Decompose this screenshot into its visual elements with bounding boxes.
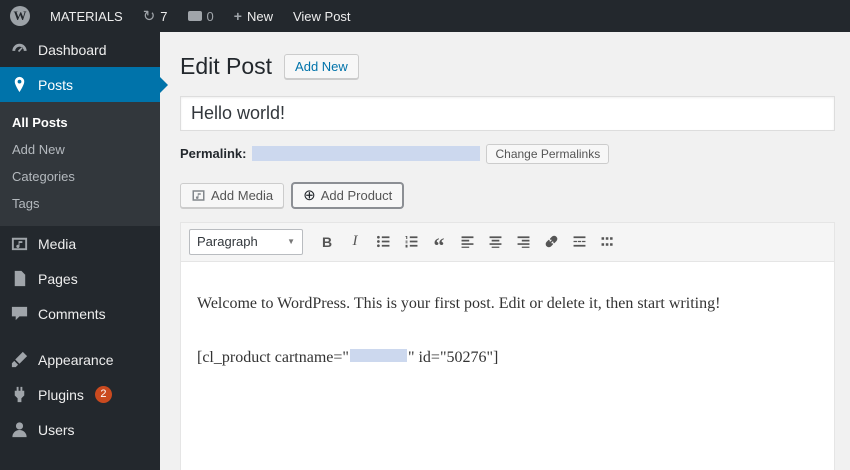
add-product-button[interactable]: ⊕ Add Product	[292, 182, 404, 208]
site-name-menu[interactable]: MATERIALS	[40, 0, 133, 32]
admin-sidebar: Dashboard Posts All Posts Add New Catego…	[0, 32, 168, 470]
submenu-item-categories[interactable]: Categories	[0, 163, 160, 190]
pages-icon	[10, 269, 29, 288]
shortcode-suffix: " id="50276"]	[407, 348, 499, 366]
sidebar-item-label: Pages	[38, 270, 78, 287]
submenu-item-tags[interactable]: Tags	[0, 190, 160, 217]
wordpress-logo-menu[interactable]: W	[0, 0, 40, 32]
menu-separator	[0, 331, 160, 342]
plugins-update-badge: 2	[94, 386, 112, 403]
admin-bar: W MATERIALS ↻ 7 0 + New View Post	[0, 0, 850, 32]
add-product-label: Add Product	[320, 187, 393, 203]
align-left-button[interactable]	[454, 230, 480, 254]
bulleted-list-button[interactable]	[370, 230, 396, 254]
sidebar-item-label: Media	[38, 235, 77, 252]
sidebar-item-pages[interactable]: Pages	[0, 261, 160, 296]
comments-menu[interactable]: 0	[178, 0, 224, 32]
sidebar-item-label: Posts	[38, 76, 74, 93]
permalink-url-highlighted[interactable]	[252, 146, 481, 162]
sidebar-item-users[interactable]: Users	[0, 412, 160, 447]
dashboard-icon	[10, 40, 29, 59]
sidebar-item-label: Appearance	[38, 351, 114, 368]
posts-submenu: All Posts Add New Categories Tags	[0, 102, 160, 226]
add-media-button[interactable]: Add Media	[180, 182, 285, 208]
new-label: New	[246, 8, 273, 24]
shortcode-value-highlighted	[349, 348, 407, 362]
read-more-tag-button[interactable]	[566, 230, 592, 254]
italic-button[interactable]: I	[342, 230, 368, 254]
blockquote-button[interactable]: “	[426, 230, 452, 257]
editor-content-area[interactable]: Welcome to WordPress. This is your first…	[181, 262, 834, 470]
sidebar-item-posts[interactable]: Posts	[0, 67, 168, 102]
view-post-menu[interactable]: View Post	[283, 0, 361, 32]
sidebar-item-label: Plugins	[38, 386, 84, 403]
submenu-item-add-new[interactable]: Add New	[0, 136, 160, 163]
editor-toolbar: Paragraph ▼ B I “	[181, 222, 834, 262]
plugins-icon	[10, 385, 29, 404]
chevron-down-icon: ▼	[287, 237, 295, 247]
insert-link-button[interactable]	[538, 230, 564, 254]
change-permalinks-button[interactable]: Change Permalinks	[486, 143, 610, 164]
bold-button[interactable]: B	[314, 230, 340, 254]
updates-menu[interactable]: ↻ 7	[133, 0, 178, 32]
post-title-input[interactable]	[180, 95, 835, 131]
updates-count: 7	[160, 8, 168, 24]
numbered-list-button[interactable]	[398, 230, 424, 254]
view-post-label: View Post	[292, 8, 351, 24]
sidebar-item-media[interactable]: Media	[0, 226, 160, 261]
permalink-row: Permalink: Change Permalinks	[180, 143, 835, 165]
sidebar-item-comments[interactable]: Comments	[0, 296, 160, 331]
shortcode-prefix: [cl_product cartname="	[197, 348, 349, 366]
wordpress-logo-icon: W	[10, 6, 30, 26]
add-media-label: Add Media	[211, 187, 274, 203]
align-right-button[interactable]	[510, 230, 536, 254]
toolbar-toggle-button[interactable]	[594, 230, 620, 254]
comments-icon	[187, 11, 202, 21]
sidebar-item-label: Dashboard	[38, 41, 107, 58]
comments-count: 0	[206, 8, 214, 24]
posts-icon	[10, 75, 29, 94]
editor-paragraph: Welcome to WordPress. This is your first…	[197, 294, 721, 312]
page-header: Edit Post Add New	[180, 52, 835, 82]
add-media-icon	[191, 188, 206, 203]
appearance-icon	[10, 350, 29, 369]
sidebar-item-dashboard[interactable]: Dashboard	[0, 32, 160, 67]
add-new-button[interactable]: Add New	[284, 54, 359, 80]
circle-plus-icon: ⊕	[303, 186, 316, 204]
media-buttons-row: Add Media ⊕ Add Product	[180, 182, 835, 208]
sidebar-item-plugins[interactable]: Plugins 2	[0, 377, 160, 412]
site-name: MATERIALS	[50, 8, 123, 24]
sidebar-item-appearance[interactable]: Appearance	[0, 342, 160, 377]
permalink-label: Permalink:	[180, 146, 247, 162]
submenu-item-all-posts[interactable]: All Posts	[0, 109, 160, 136]
media-icon	[10, 234, 29, 253]
edit-post-screen: Edit Post Add New Permalink: Change Perm…	[160, 32, 850, 470]
users-icon	[10, 420, 29, 439]
plus-icon: +	[233, 8, 242, 24]
format-dropdown[interactable]: Paragraph ▼	[189, 228, 303, 255]
sidebar-item-label: Users	[38, 421, 75, 438]
sidebar-item-label: Comments	[38, 305, 106, 322]
editor-shortcode-line: [cl_product cartname=" " id="50276"]	[197, 346, 818, 370]
comments-icon	[10, 304, 29, 323]
post-editor: Paragraph ▼ B I “ Welcome to WordPress. …	[180, 221, 835, 470]
page-title: Edit Post	[180, 53, 273, 79]
updates-icon: ↻	[142, 7, 156, 25]
align-center-button[interactable]	[482, 230, 508, 254]
format-dropdown-label: Paragraph	[197, 234, 258, 250]
new-content-menu[interactable]: + New	[224, 0, 283, 32]
